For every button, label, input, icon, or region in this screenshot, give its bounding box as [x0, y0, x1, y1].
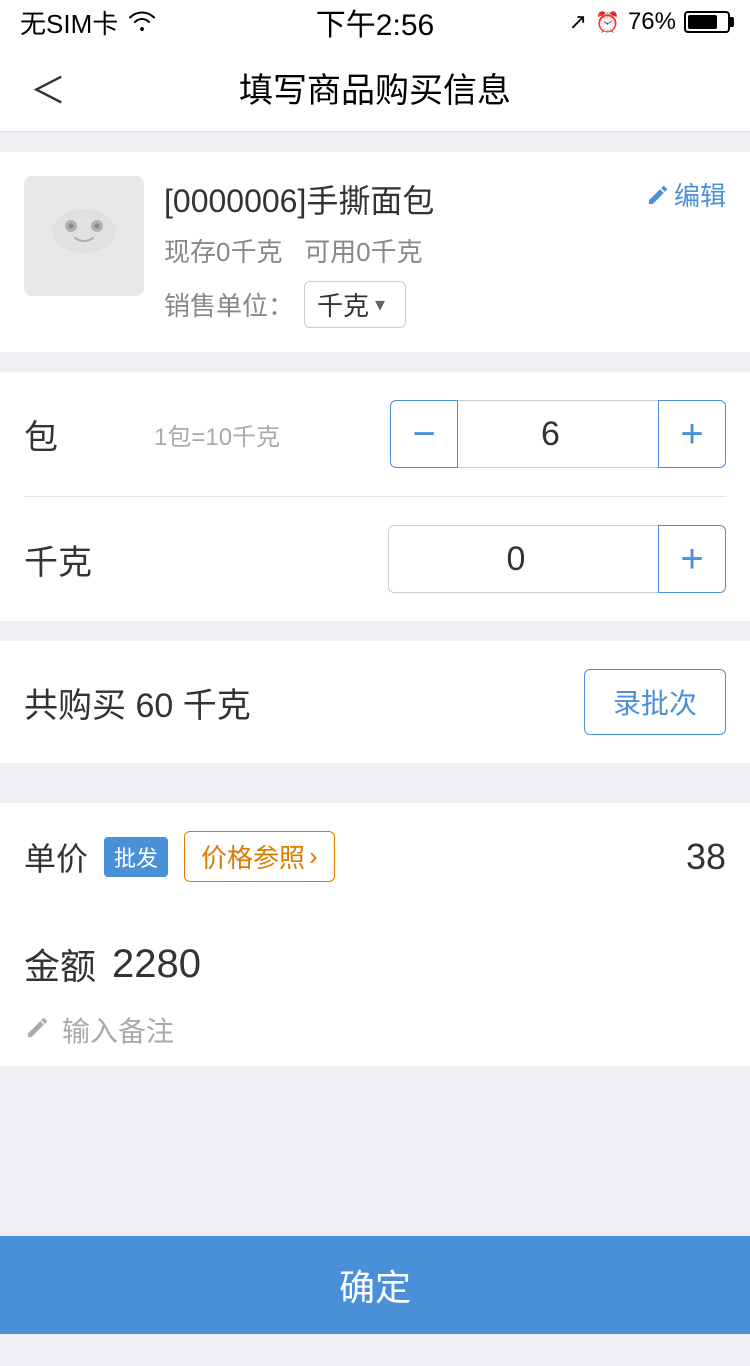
status-bar-right: ↗ ⏰ 76% [569, 8, 730, 36]
kg-quantity-input[interactable] [388, 525, 658, 593]
back-button[interactable]: ＜ [20, 52, 76, 124]
battery-percent: 76% [628, 8, 676, 36]
price-section: 单价 批发 价格参照 › 38 [0, 803, 750, 910]
bao-quantity-control: − + [390, 400, 726, 468]
bao-quantity-input[interactable] [458, 400, 658, 468]
divider-2 [0, 763, 750, 783]
bao-decrement-button[interactable]: − [390, 400, 458, 468]
unit-dropdown[interactable]: 千克 ▾ [304, 281, 406, 328]
battery-icon [684, 11, 730, 33]
remark-placeholder: 输入备注 [62, 1010, 174, 1050]
status-bar-left: 无SIM卡 [20, 4, 156, 41]
product-image [24, 176, 144, 296]
amount-row: 金额 2280 [24, 938, 726, 990]
product-card: [0000006]手撕面包 编辑 现存0千克 可用0千克 销售单位： 千克 ▾ [0, 152, 750, 352]
amount-label: 金额 [24, 938, 96, 990]
price-tag-batch: 批发 [104, 837, 168, 877]
product-header: [0000006]手撕面包 编辑 [164, 176, 726, 222]
unit-label: 销售单位： [164, 286, 294, 323]
divider-1 [0, 352, 750, 372]
chevron-right-icon: › [309, 841, 318, 872]
kg-increment-button[interactable]: + [658, 525, 726, 593]
product-info: [0000006]手撕面包 编辑 现存0千克 可用0千克 销售单位： 千克 ▾ [164, 176, 726, 328]
batch-button[interactable]: 录批次 [584, 669, 726, 735]
edit-button[interactable]: 编辑 [646, 176, 726, 213]
bao-input-row: 包 1包=10千克 − + [24, 372, 726, 497]
unit-value: 千克 [317, 286, 369, 323]
product-name: [0000006]手撕面包 [164, 176, 434, 222]
nav-bar: ＜ 填写商品购买信息 [0, 44, 750, 132]
kg-label: 千克 [24, 535, 144, 584]
bao-sublabel: 1包=10千克 [154, 417, 280, 452]
bao-increment-button[interactable]: + [658, 400, 726, 468]
page-title: 填写商品购买信息 [239, 63, 511, 112]
chevron-down-icon: ▾ [375, 292, 385, 317]
input-section: 包 1包=10千克 − + 千克 + [0, 372, 750, 621]
status-bar: 无SIM卡 下午2:56 ↗ ⏰ 76% [0, 0, 750, 44]
pencil-icon [24, 1013, 52, 1048]
price-value: 38 [686, 836, 726, 878]
status-bar-time: 下午2:56 [316, 0, 434, 44]
kg-quantity-control: + [388, 525, 726, 593]
price-reference-button[interactable]: 价格参照 › [184, 831, 335, 882]
alarm-icon: ⏰ [595, 10, 620, 35]
product-stock: 现存0千克 可用0千克 [164, 232, 726, 269]
total-section: 共购买 60 千克 录批次 [0, 641, 750, 763]
total-amount: 60 [135, 687, 173, 725]
bao-label: 包 [24, 410, 144, 459]
confirm-bar[interactable]: 确定 [0, 1236, 750, 1334]
amount-value: 2280 [112, 942, 201, 987]
location-icon: ↗ [569, 9, 587, 35]
price-label: 单价 [24, 834, 88, 880]
product-unit-row: 销售单位： 千克 ▾ [164, 281, 726, 328]
product-logo [49, 206, 119, 266]
total-label: 共购买 60 千克 [24, 678, 251, 727]
wifi-signal [128, 7, 156, 38]
amount-section: 金额 2280 输入备注 [0, 910, 750, 1066]
no-sim-label: 无SIM卡 [20, 4, 118, 41]
confirm-button-text: 确定 [339, 1259, 411, 1311]
remark-row[interactable]: 输入备注 [24, 1010, 726, 1050]
kg-input-row: 千克 + [24, 497, 726, 621]
